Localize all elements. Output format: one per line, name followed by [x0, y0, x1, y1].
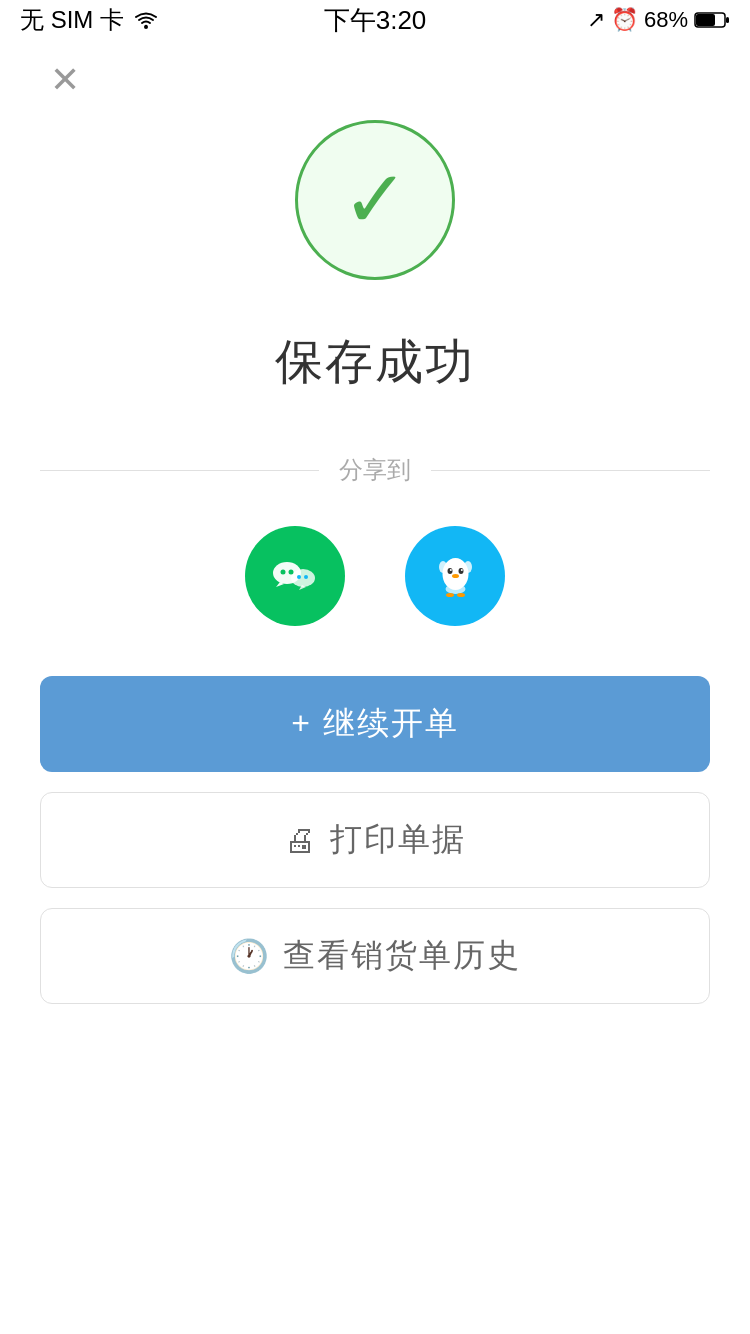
share-label: 分享到 — [339, 454, 411, 486]
share-section: 分享到 — [0, 454, 750, 626]
svg-point-12 — [447, 568, 452, 574]
wechat-share-button[interactable] — [245, 526, 345, 626]
share-icons — [40, 526, 710, 626]
success-title: 保存成功 — [275, 330, 475, 394]
location-icon: ↗ — [587, 7, 605, 33]
svg-point-18 — [464, 561, 472, 573]
svg-point-6 — [281, 570, 286, 575]
battery-icon — [694, 11, 730, 29]
svg-point-13 — [458, 568, 463, 574]
checkmark-icon: ✓ — [342, 160, 409, 240]
status-left: 无 SIM 卡 — [20, 4, 160, 36]
wifi-icon — [132, 10, 160, 30]
svg-point-0 — [144, 25, 148, 29]
sim-label: 无 SIM 卡 — [20, 4, 124, 36]
divider-right — [431, 470, 710, 471]
svg-point-9 — [304, 575, 308, 579]
svg-point-5 — [291, 569, 315, 587]
svg-point-11 — [445, 584, 465, 594]
print-button[interactable]: 🖨 打印单据 — [40, 792, 710, 888]
svg-point-19 — [446, 593, 454, 597]
print-label: 打印单据 — [330, 818, 466, 862]
main-content: ✓ 保存成功 分享到 — [0, 40, 750, 1004]
action-buttons: + 继续开单 🖨 打印单据 🕐 查看销货单历史 — [0, 676, 750, 1004]
alarm-icon: ⏰ — [611, 7, 638, 33]
divider-left — [40, 470, 319, 471]
svg-rect-2 — [696, 14, 715, 26]
history-icon: 🕐 — [229, 937, 271, 975]
close-icon: ✕ — [50, 59, 80, 101]
svg-point-15 — [460, 569, 462, 571]
svg-point-20 — [457, 593, 465, 597]
svg-point-16 — [452, 574, 459, 578]
qq-icon — [428, 549, 483, 604]
history-button[interactable]: 🕐 查看销货单历史 — [40, 908, 710, 1004]
status-bar: 无 SIM 卡 下午3:20 ↗ ⏰ 68% — [0, 0, 750, 40]
svg-point-17 — [439, 561, 447, 573]
svg-point-8 — [297, 575, 301, 579]
continue-order-button[interactable]: + 继续开单 — [40, 676, 710, 772]
status-right: ↗ ⏰ 68% — [587, 7, 730, 33]
history-label: 查看销货单历史 — [283, 934, 521, 978]
qq-share-button[interactable] — [405, 526, 505, 626]
battery-label: 68% — [644, 7, 688, 33]
svg-rect-3 — [726, 17, 729, 23]
close-button[interactable]: ✕ — [40, 55, 90, 105]
wechat-icon — [266, 547, 324, 605]
share-divider: 分享到 — [40, 454, 710, 486]
status-time: 下午3:20 — [324, 3, 427, 38]
svg-point-7 — [289, 570, 294, 575]
success-circle: ✓ — [295, 120, 455, 280]
svg-point-14 — [449, 569, 451, 571]
print-icon: 🖨 — [284, 822, 318, 859]
